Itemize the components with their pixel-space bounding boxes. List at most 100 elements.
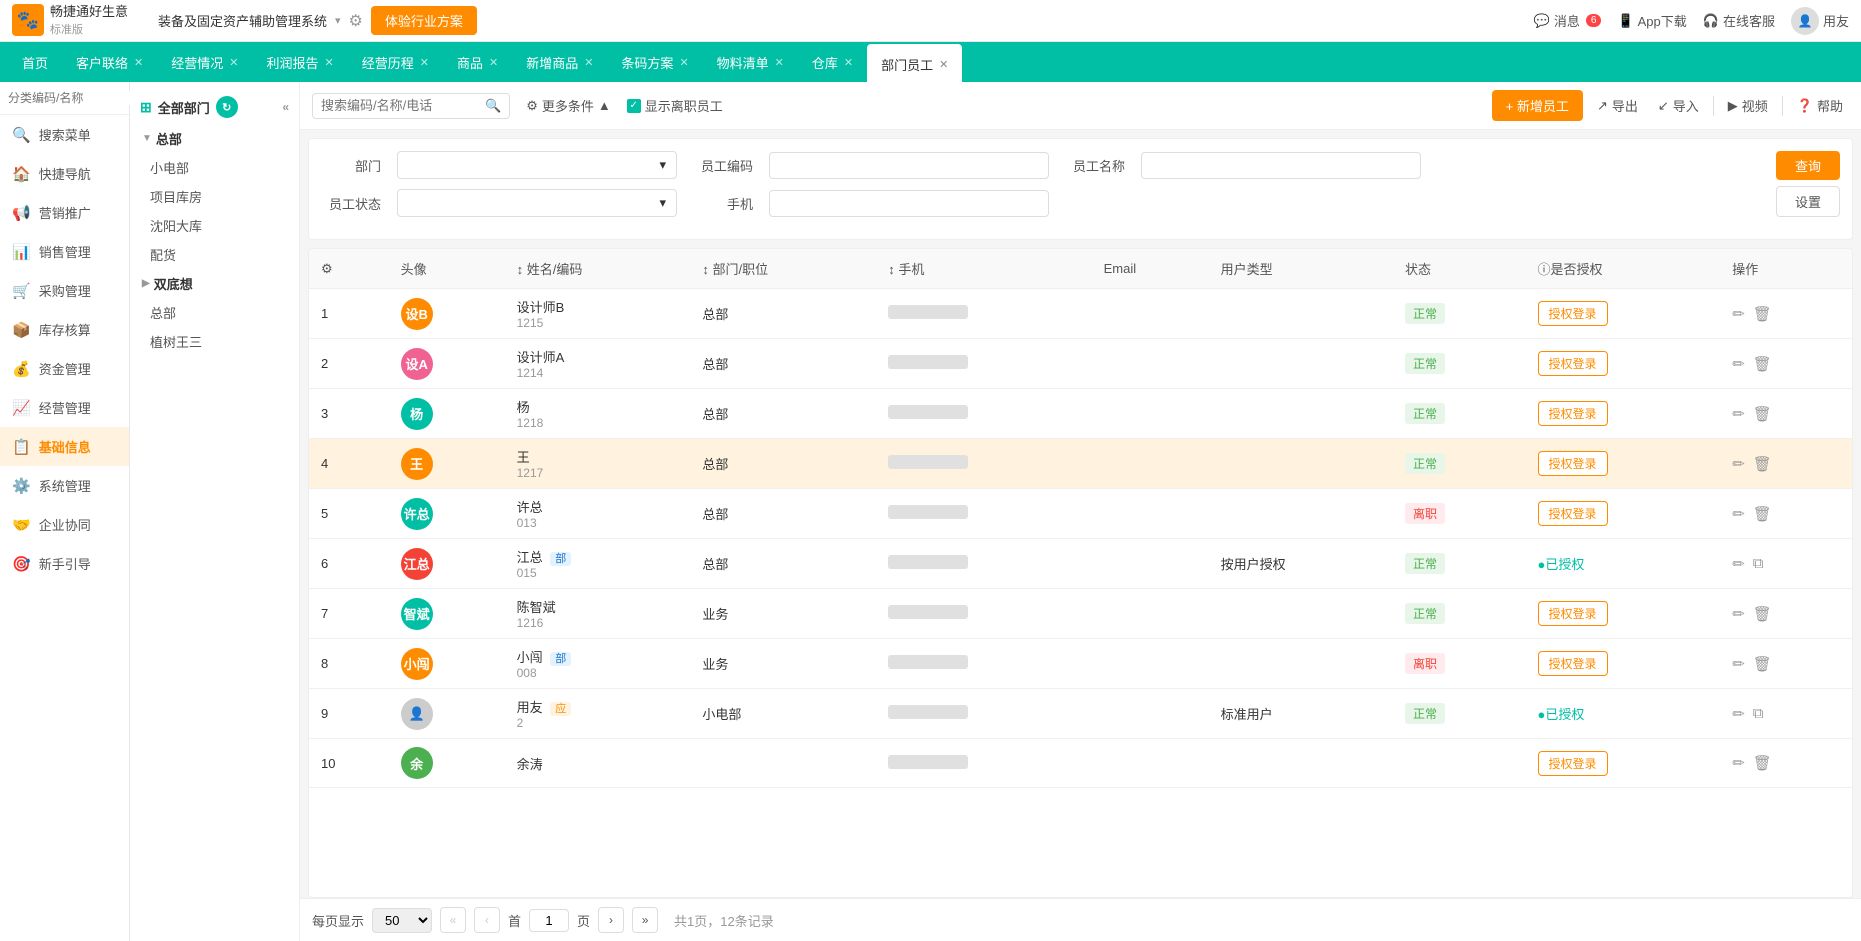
edit-icon[interactable]: ✏ [1732, 754, 1745, 772]
emp-status-filter-select[interactable]: ▾ [397, 189, 677, 217]
auth-login-button[interactable]: 授权登录 [1538, 351, 1608, 376]
sidebar-item-sales[interactable]: 📊销售管理 [0, 232, 129, 271]
nav-item-employee[interactable]: 部门员工 ✕ [867, 44, 962, 84]
message-btn[interactable]: 💬 消息 6 [1534, 11, 1602, 30]
delete-icon[interactable]: 🗑 [1753, 505, 1772, 523]
sidebar-item-finance[interactable]: 💰资金管理 [0, 349, 129, 388]
edit-icon[interactable]: ✏ [1732, 455, 1745, 473]
online-service-btn[interactable]: 🎧 在线客服 [1703, 11, 1775, 30]
edit-icon[interactable]: ✏ [1732, 655, 1745, 673]
auth-login-button[interactable]: 授权登录 [1538, 301, 1608, 326]
help-btn[interactable]: ❓ 帮助 [1791, 92, 1849, 119]
close-icon[interactable]: ✕ [134, 56, 143, 69]
sidebar-item-guide[interactable]: 🎯新手引导 [0, 544, 129, 583]
view-btn[interactable]: ▶ 视频 [1722, 92, 1774, 119]
nav-item-operation[interactable]: 经营情况 ✕ [157, 42, 252, 82]
delete-icon[interactable]: 🗑 [1753, 405, 1772, 423]
employee-search-wrap[interactable]: 🔍 [312, 93, 510, 119]
trial-button[interactable]: 体验行业方案 [371, 6, 477, 35]
gear-icon[interactable]: ⚙ [349, 11, 363, 31]
query-button[interactable]: 查询 [1776, 151, 1840, 180]
sidebar-item-search[interactable]: 🔍搜索菜单 [0, 115, 129, 154]
page-size-select[interactable]: 50 100 200 [372, 908, 432, 933]
close-icon[interactable]: ✕ [679, 56, 688, 69]
more-filter-btn[interactable]: ⚙ 更多条件 ▲ [518, 92, 619, 119]
nav-item-history[interactable]: 经营历程 ✕ [348, 42, 443, 82]
edit-icon[interactable]: ✏ [1732, 405, 1745, 423]
col-name[interactable]: ↕ 姓名/编码 [505, 249, 691, 289]
close-icon[interactable]: ✕ [489, 56, 498, 69]
nav-item-barcode[interactable]: 条码方案 ✕ [607, 42, 702, 82]
copy-icon[interactable]: ⧉ [1753, 705, 1764, 722]
sidebar-item-nav[interactable]: 🏠快捷导航 [0, 154, 129, 193]
close-icon[interactable]: ✕ [939, 58, 948, 71]
sidebar-item-marketing[interactable]: 📢营销推广 [0, 193, 129, 232]
edit-icon[interactable]: ✏ [1732, 705, 1745, 723]
nav-item-add-goods[interactable]: 新增商品 ✕ [512, 42, 607, 82]
emp-code-filter-input[interactable] [769, 152, 1049, 179]
prev-page-btn[interactable]: ‹ [474, 907, 500, 933]
delete-icon[interactable]: 🗑 [1753, 605, 1772, 623]
nav-item-home[interactable]: 首页 [8, 42, 62, 82]
delete-icon[interactable]: 🗑 [1753, 455, 1772, 473]
nav-item-goods[interactable]: 商品 ✕ [443, 42, 512, 82]
dept-refresh-btn[interactable]: ↻ [216, 96, 238, 118]
delete-icon[interactable]: 🗑 [1753, 355, 1772, 373]
close-icon[interactable]: ✕ [325, 56, 334, 69]
dept-tree-item-zongbu[interactable]: 总部 [130, 298, 299, 327]
auth-login-button[interactable]: 授权登录 [1538, 751, 1608, 776]
emp-name-filter-input[interactable] [1141, 152, 1421, 179]
delete-icon[interactable]: 🗑 [1753, 655, 1772, 673]
sidebar-search[interactable]: 🔍 [0, 82, 129, 115]
auth-login-button[interactable]: 授权登录 [1538, 451, 1608, 476]
sidebar-item-inventory[interactable]: 📦库存核算 [0, 310, 129, 349]
delete-icon[interactable]: 🗑 [1753, 305, 1772, 323]
col-settings[interactable]: ⚙ [309, 249, 389, 289]
user-menu[interactable]: 👤 用友 [1791, 7, 1849, 35]
nav-item-bom[interactable]: 物料清单 ✕ [703, 42, 798, 82]
export-btn[interactable]: ↗ 导出 [1591, 92, 1644, 119]
auth-login-button[interactable]: 授权登录 [1538, 601, 1608, 626]
edit-icon[interactable]: ✏ [1732, 505, 1745, 523]
phone-filter-input[interactable] [769, 190, 1049, 217]
close-icon[interactable]: ✕ [229, 56, 238, 69]
last-page-btn[interactable]: » [632, 907, 658, 933]
sidebar-item-system[interactable]: ⚙️系统管理 [0, 466, 129, 505]
sidebar-item-operation-mgmt[interactable]: 📈经营管理 [0, 388, 129, 427]
dept-tree-item-shenyang[interactable]: 沈阳大库 [130, 211, 299, 240]
sidebar-item-collab[interactable]: 🤝企业协同 [0, 505, 129, 544]
dept-collapse-btn[interactable]: « [282, 100, 289, 114]
nav-item-customer[interactable]: 客户联络 ✕ [62, 42, 157, 82]
close-icon[interactable]: ✕ [420, 56, 429, 69]
edit-icon[interactable]: ✏ [1732, 605, 1745, 623]
dept-tree-item-general-hq[interactable]: ▼总部 [130, 124, 299, 153]
import-btn[interactable]: ↙ 导入 [1652, 92, 1705, 119]
page-number-input[interactable] [529, 909, 569, 932]
edit-icon[interactable]: ✏ [1732, 305, 1745, 323]
col-phone[interactable]: ↕ 手机 [876, 249, 1091, 289]
auth-login-button[interactable]: 授权登录 [1538, 501, 1608, 526]
nav-item-profit[interactable]: 利润报告 ✕ [252, 42, 347, 82]
show-resigned-toggle[interactable]: ✓ 显示离职员工 [627, 96, 723, 115]
next-page-btn[interactable]: › [598, 907, 624, 933]
dept-filter-select[interactable]: ▾ [397, 151, 677, 179]
employee-search-input[interactable] [321, 98, 481, 113]
auth-login-button[interactable]: 授权登录 [1538, 651, 1608, 676]
dropdown-arrow-icon[interactable]: ▾ [335, 14, 341, 27]
sidebar-item-purchase[interactable]: 🛒采购管理 [0, 271, 129, 310]
dept-tree-item-project[interactable]: 项目库房 [130, 182, 299, 211]
first-page-btn[interactable]: « [440, 907, 466, 933]
sidebar-item-basic-info[interactable]: 📋基础信息 [0, 427, 129, 466]
add-employee-button[interactable]: + 新增员工 [1492, 90, 1583, 121]
auth-login-button[interactable]: 授权登录 [1538, 401, 1608, 426]
nav-item-warehouse[interactable]: 仓库 ✕ [798, 42, 867, 82]
edit-icon[interactable]: ✏ [1732, 555, 1745, 573]
dept-tree-item-shuangdi[interactable]: ▶双底想 [130, 269, 299, 298]
set-button[interactable]: 设置 [1776, 186, 1840, 217]
copy-icon[interactable]: ⧉ [1753, 555, 1764, 572]
close-icon[interactable]: ✕ [775, 56, 784, 69]
dept-tree-item-xiaodian[interactable]: 小电部 [130, 153, 299, 182]
app-download-btn[interactable]: 📱 App下载 [1617, 11, 1686, 30]
delete-icon[interactable]: 🗑 [1753, 754, 1772, 772]
col-dept[interactable]: ↕ 部门/职位 [690, 249, 876, 289]
